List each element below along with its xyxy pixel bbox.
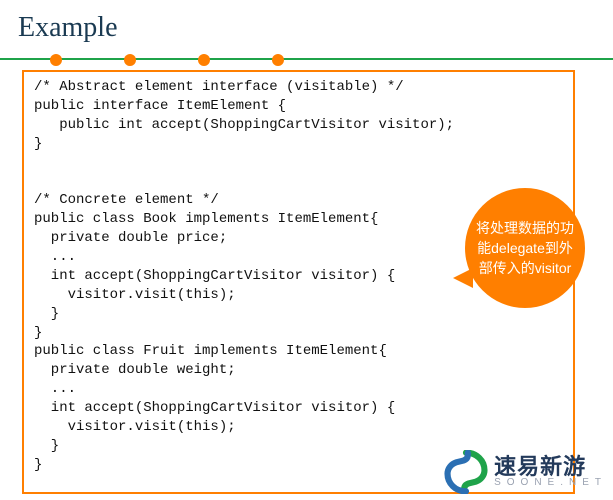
- annotation-bubble: 将处理数据的功能delegate到外部传入的visitor: [465, 188, 585, 308]
- watermark: 速易新游 SOONE.NET: [444, 450, 607, 494]
- dot-icon: [124, 54, 136, 66]
- dot-icon: [272, 54, 284, 66]
- logo-icon: [444, 450, 488, 494]
- slide-title: Example: [0, 0, 613, 52]
- dot-icon: [50, 54, 62, 66]
- decorative-dots: [50, 51, 342, 69]
- watermark-en: SOONE.NET: [494, 478, 607, 489]
- dot-icon: [198, 54, 210, 66]
- watermark-cn: 速易新游: [494, 455, 607, 478]
- watermark-text: 速易新游 SOONE.NET: [494, 455, 607, 489]
- annotation-text: 将处理数据的功能delegate到外部传入的visitor: [473, 218, 577, 279]
